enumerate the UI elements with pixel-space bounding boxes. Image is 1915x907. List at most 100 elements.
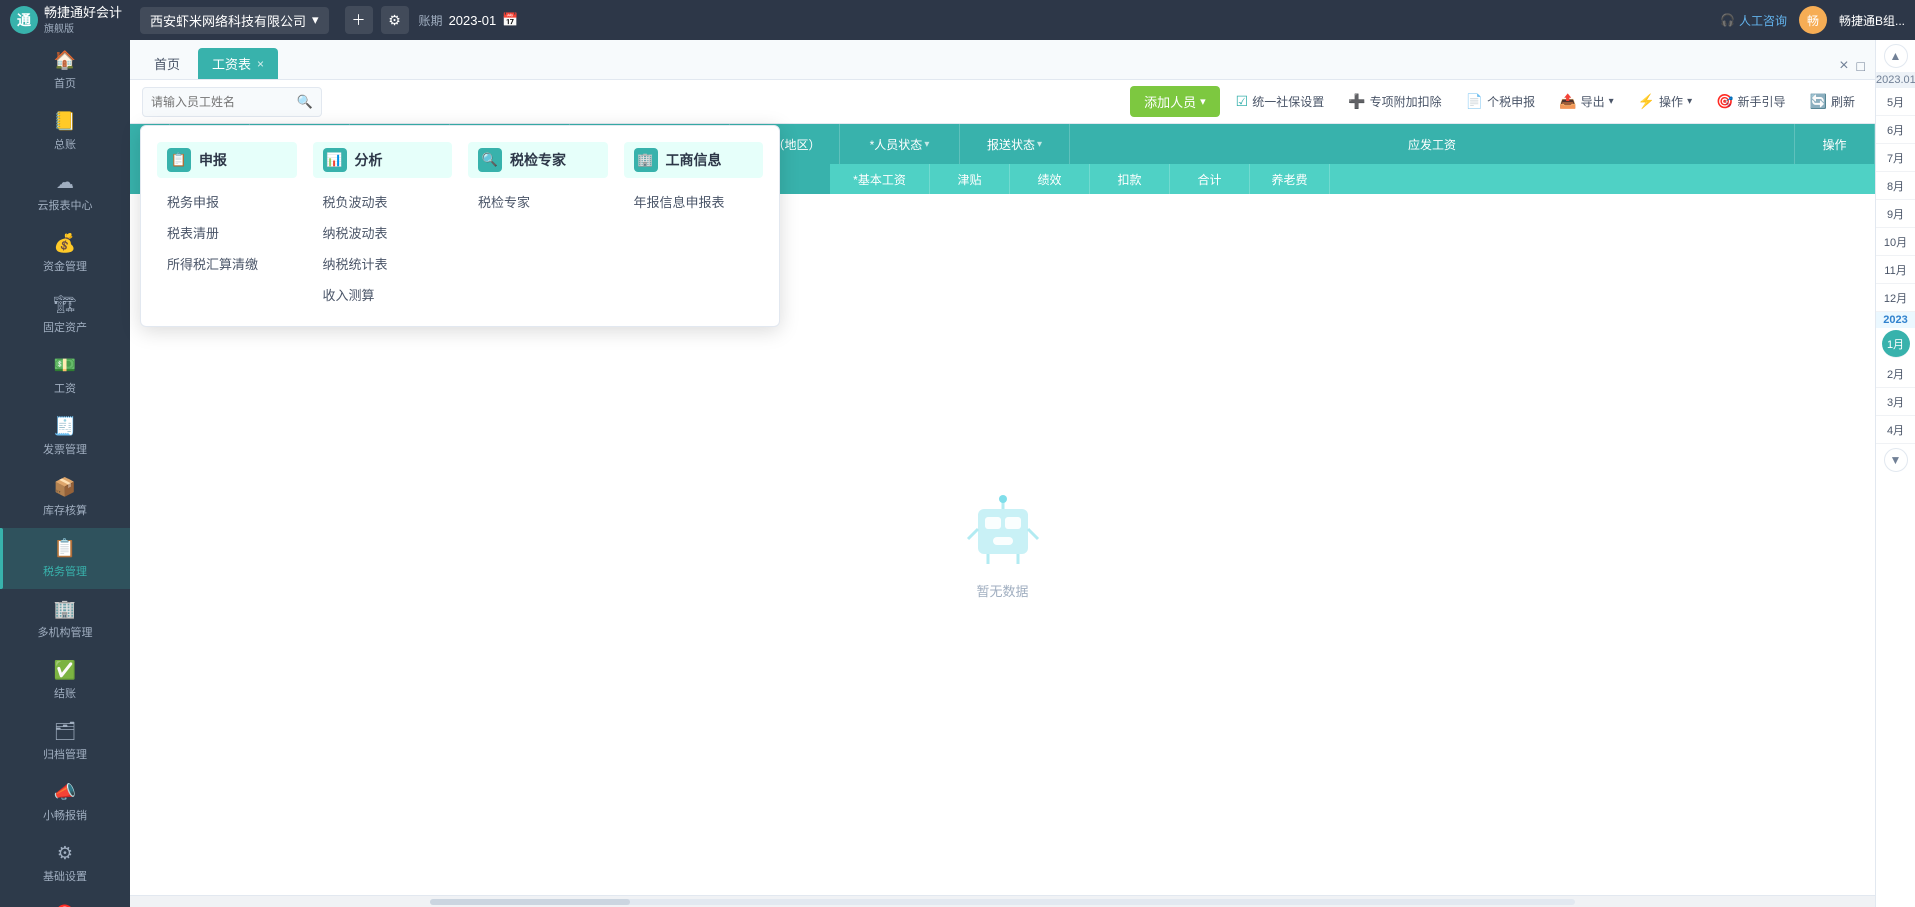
popup-section-declaration: 📋 申报 税务申报 税表清册 所得税汇算清缴: [157, 142, 297, 310]
sidebar-item-settle[interactable]: ✅ 结账: [0, 650, 130, 711]
tab-close-icon[interactable]: ×: [257, 57, 264, 71]
month-5[interactable]: 5月: [1876, 88, 1915, 116]
scroll-thumb[interactable]: [430, 899, 630, 905]
tax-declaration-btn[interactable]: 📄 个税申报: [1458, 89, 1543, 114]
month-6[interactable]: 6月: [1876, 116, 1915, 144]
th-deduction-label: 扣款: [1117, 171, 1141, 188]
sidebar-item-fund[interactable]: 💰 资金管理: [0, 223, 130, 284]
tax-declaration-label: 个税申报: [1487, 93, 1535, 110]
new-guide-action-btn[interactable]: 🎯 新手引导: [1708, 89, 1793, 114]
header-right: 🎧 人工咨询 畅 畅捷通B组...: [1720, 6, 1905, 34]
popup-item-tax-expert[interactable]: 税检专家: [468, 186, 608, 217]
tab-home[interactable]: 首页: [140, 48, 194, 79]
sidebar-item-archive[interactable]: 🗂 归档管理: [0, 711, 130, 772]
header-actions: ＋ ⚙: [345, 6, 409, 34]
popup-section-tax-expert: 🔍 税检专家 税检专家: [468, 142, 608, 310]
add-company-btn[interactable]: ＋: [345, 6, 373, 34]
business-info-section-icon: 🏢: [634, 148, 658, 172]
add-person-label: 添加人员: [1144, 92, 1196, 111]
window-close-btn[interactable]: ×: [1839, 57, 1848, 75]
social-insurance-btn[interactable]: ☑ 统一社保设置: [1228, 89, 1333, 114]
period-calendar-icon[interactable]: 📅: [502, 12, 518, 28]
month-9[interactable]: 9月: [1876, 200, 1915, 228]
year-up-btn[interactable]: ▲: [1884, 44, 1908, 68]
sidebar-label-multi-org: 多机构管理: [38, 624, 93, 640]
search-input[interactable]: [151, 95, 297, 109]
inventory-icon: 📦: [54, 477, 76, 498]
th-ops-label: 操作: [1822, 136, 1846, 153]
popup-item-tax-fluctuation[interactable]: 纳税波动表: [313, 217, 453, 248]
tab-salary[interactable]: 工资表 ×: [198, 48, 278, 79]
popup-item-income-tax[interactable]: 所得税汇算清缴: [157, 248, 297, 279]
app-edition: 旗舰版: [44, 20, 122, 35]
refresh-btn[interactable]: 🔄 刷新: [1802, 89, 1863, 114]
user-name[interactable]: 畅捷通B组...: [1839, 12, 1905, 29]
popup-item-tax-table[interactable]: 税表清册: [157, 217, 297, 248]
th-pension-label: 养老费: [1271, 171, 1307, 188]
tab-home-label: 首页: [154, 57, 180, 72]
month-4[interactable]: 4月: [1876, 416, 1915, 444]
social-insurance-icon: ☑: [1236, 93, 1249, 110]
year-2023-prev-label: 2023.01: [1876, 72, 1915, 88]
month-2[interactable]: 2月: [1876, 360, 1915, 388]
period-value: 2023-01: [449, 13, 497, 28]
app-name: 畅捷通好会计: [44, 5, 122, 21]
service-label: 人工咨询: [1739, 12, 1787, 29]
popup-item-tax-stats[interactable]: 纳税统计表: [313, 248, 453, 279]
month-12[interactable]: 12月: [1876, 284, 1915, 312]
sidebar-item-new-guide[interactable]: 🎯 新手引导: [0, 894, 130, 907]
sidebar-label-salary: 工资: [54, 380, 76, 396]
special-deduction-btn[interactable]: ➕ 专项附加扣除: [1340, 89, 1449, 114]
th-person-status: *人员状态 ▾: [840, 124, 960, 164]
th-report-status-label: 报送状态: [987, 136, 1035, 153]
multi-org-icon: 🏢: [54, 599, 76, 620]
sidebar-item-multi-org[interactable]: 🏢 多机构管理: [0, 589, 130, 650]
person-status-filter-icon[interactable]: ▾: [924, 139, 929, 150]
sidebar-item-basic-settings[interactable]: ⚙ 基础设置: [0, 833, 130, 894]
sidebar-item-cloud-report[interactable]: ☁ 云报表中心: [0, 162, 130, 223]
special-deduction-icon: ➕: [1348, 93, 1365, 110]
month-7[interactable]: 7月: [1876, 144, 1915, 172]
popup-section-title-declaration: 📋 申报: [157, 142, 297, 178]
sidebar-item-mini-promo[interactable]: 📣 小畅报销: [0, 772, 130, 833]
th-base-salary: *基本工资: [830, 164, 930, 194]
popup-item-annual-report[interactable]: 年报信息申报表: [624, 186, 764, 217]
new-guide-action-icon: 🎯: [1716, 93, 1733, 110]
export-btn[interactable]: 📤 导出 ▾: [1551, 89, 1621, 114]
toolbar: 🔍 添加人员 ▾ ☑ 统一社保设置 ➕ 专项附加扣除 📄 个税申报 📤 导出: [130, 80, 1875, 124]
settings-btn[interactable]: ⚙: [381, 6, 409, 34]
popup-section-business-info: 🏢 工商信息 年报信息申报表: [624, 142, 764, 310]
sidebar-item-invoice[interactable]: 🧾 发票管理: [0, 406, 130, 467]
add-person-btn[interactable]: 添加人员 ▾: [1130, 86, 1220, 117]
sidebar-item-tax[interactable]: 📋 税务管理: [0, 528, 130, 589]
popup-item-income-estimate[interactable]: 收入测算: [313, 279, 453, 310]
company-selector[interactable]: 西安虾米网络科技有限公司 ▾: [140, 7, 329, 34]
popup-item-tax-burden[interactable]: 税负波动表: [313, 186, 453, 217]
report-status-filter-icon[interactable]: ▾: [1037, 139, 1042, 150]
month-10[interactable]: 10月: [1876, 228, 1915, 256]
popup-item-tax-declaration[interactable]: 税务申报: [157, 186, 297, 217]
sidebar-item-home[interactable]: 🏠 首页: [0, 40, 130, 101]
operate-btn[interactable]: ⚡ 操作 ▾: [1630, 89, 1700, 114]
company-name: 西安虾米网络科技有限公司: [150, 11, 306, 30]
sidebar-item-ledger[interactable]: 📒 总账: [0, 101, 130, 162]
fund-icon: 💰: [54, 233, 76, 254]
year-down-btn[interactable]: ▼: [1884, 448, 1908, 472]
tab-salary-label: 工资表: [212, 54, 251, 73]
service-btn[interactable]: 🎧 人工咨询: [1720, 12, 1787, 29]
month-1-active[interactable]: 1月: [1882, 330, 1910, 358]
sidebar-item-inventory[interactable]: 📦 库存核算: [0, 467, 130, 528]
sidebar-item-fixed-assets[interactable]: 🏗 固定资产: [0, 284, 130, 345]
window-restore-btn[interactable]: □: [1857, 58, 1865, 74]
user-avatar: 畅: [1799, 6, 1827, 34]
bottom-scrollbar[interactable]: [130, 895, 1875, 907]
app-logo-text: 畅捷通好会计 旗舰版: [44, 5, 122, 36]
sidebar-item-salary[interactable]: 💵 工资: [0, 345, 130, 406]
month-8[interactable]: 8月: [1876, 172, 1915, 200]
sidebar-label-archive: 归档管理: [43, 746, 87, 762]
declaration-section-icon: 📋: [167, 148, 191, 172]
month-3[interactable]: 3月: [1876, 388, 1915, 416]
sidebar-label-fund: 资金管理: [43, 258, 87, 274]
tax-expert-title: 税检专家: [510, 150, 566, 170]
month-11[interactable]: 11月: [1876, 256, 1915, 284]
